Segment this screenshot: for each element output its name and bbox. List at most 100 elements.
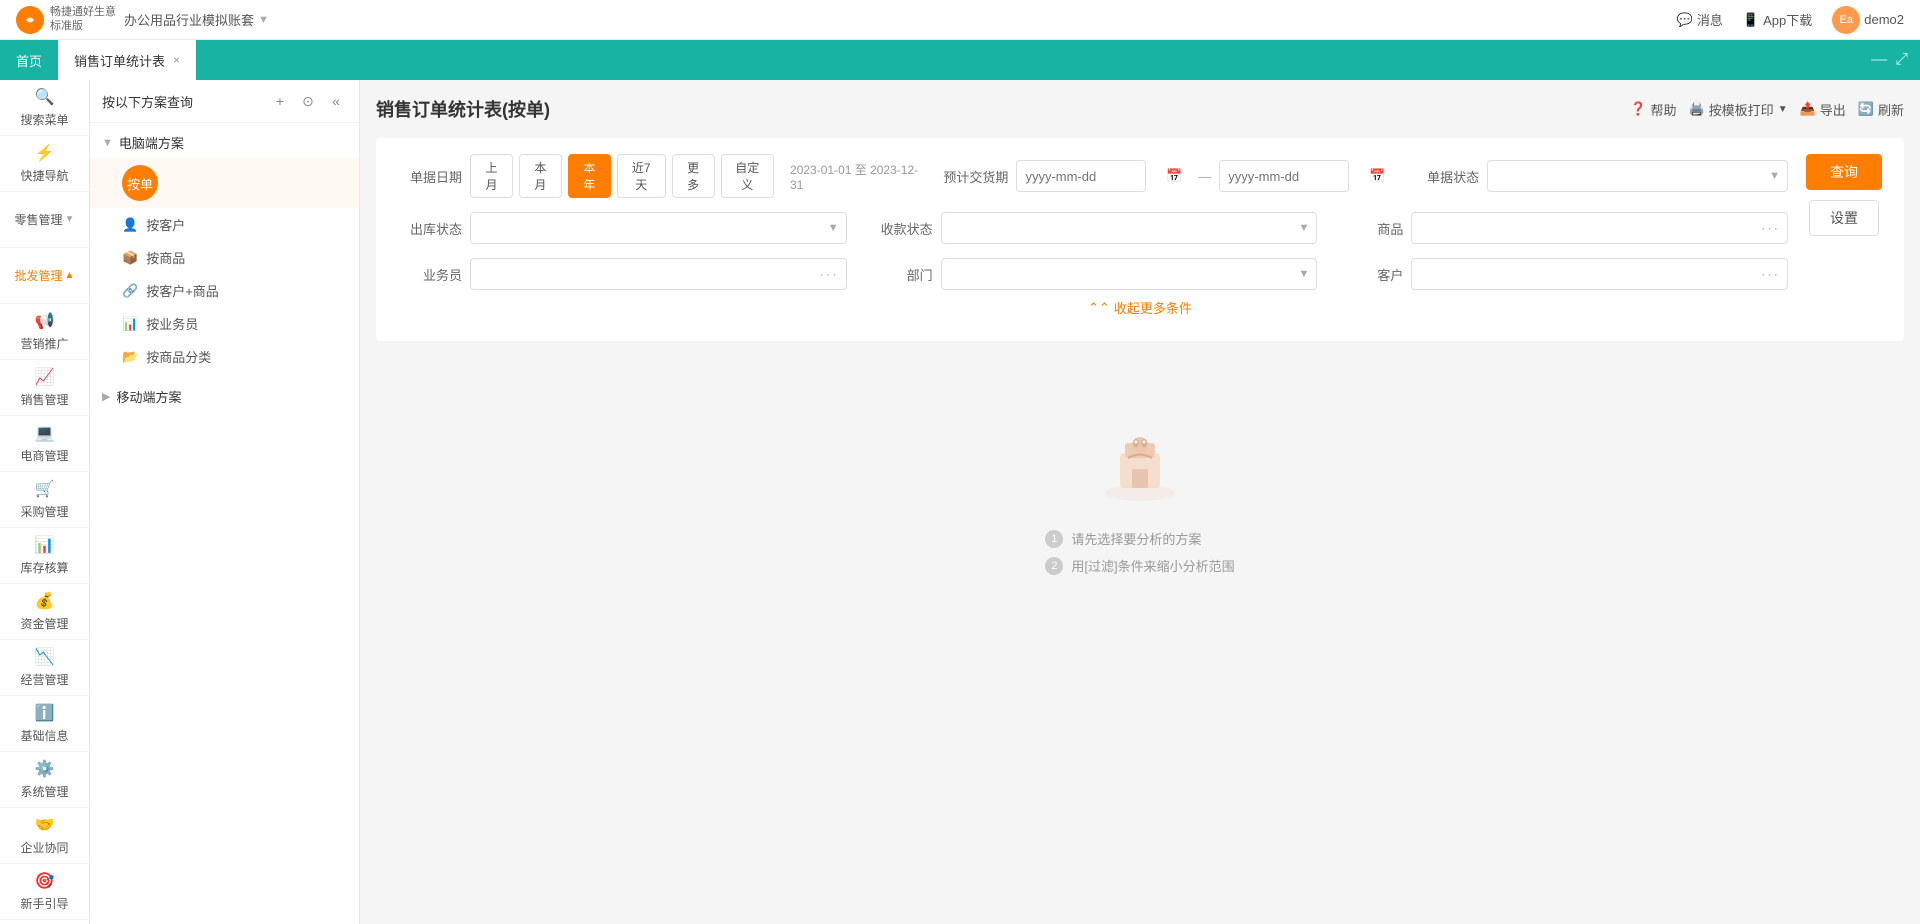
retail-label: 零售管理 bbox=[15, 211, 63, 228]
print-button[interactable]: 🖨️ 按模板打印 ▼ bbox=[1688, 100, 1787, 119]
tab-sales-order[interactable]: 销售订单统计表 × bbox=[58, 40, 196, 80]
sidebar-item-finance[interactable]: 💰 资金管理 bbox=[0, 584, 89, 640]
print-dropdown-icon: ▼ bbox=[1778, 104, 1788, 115]
desktop-group-title[interactable]: ▼ 电脑端方案 bbox=[90, 127, 359, 158]
scheme-by-salesman[interactable]: 📊 按业务员 bbox=[90, 307, 359, 340]
refresh-button[interactable]: 🔄 刷新 bbox=[1858, 100, 1904, 119]
refresh-label: 刷新 bbox=[1878, 100, 1904, 119]
settings-button[interactable]: 设置 bbox=[1809, 200, 1879, 236]
collapse-icon: « bbox=[332, 93, 340, 109]
product-input[interactable] bbox=[1411, 212, 1788, 244]
export-button[interactable]: 📤 导出 bbox=[1800, 100, 1846, 119]
sidebar-item-wholesale[interactable]: 批发管理 ▲ bbox=[0, 248, 89, 304]
department-select[interactable] bbox=[941, 258, 1318, 290]
payment-status-wrapper: ▼ bbox=[941, 212, 1318, 244]
collapse-panel-button[interactable]: « bbox=[325, 90, 347, 112]
sidebar-item-ecommerce[interactable]: 💻 电商管理 bbox=[0, 416, 89, 472]
left-panel-header: 按以下方案查询 + ⊙ « bbox=[90, 80, 359, 123]
message-button[interactable]: 💬 消息 bbox=[1677, 10, 1723, 29]
sidebar-item-purchase[interactable]: 🛒 采购管理 bbox=[0, 472, 89, 528]
salesman-input[interactable] bbox=[470, 258, 847, 290]
calendar-start-icon: 📅 bbox=[1166, 168, 1182, 184]
company-selector[interactable]: 办公用品行业模拟账套 ▼ bbox=[124, 10, 269, 29]
collapse-up-icon: ⌃⌃ bbox=[1088, 300, 1110, 316]
by-customer-label: 按客户 bbox=[146, 215, 185, 234]
settings-scheme-icon: ⊙ bbox=[302, 93, 314, 110]
scheme-by-customer[interactable]: 👤 按客户 bbox=[90, 208, 359, 241]
expected-date-end-wrapper: 📅 bbox=[1219, 160, 1393, 192]
collapse-bar[interactable]: ⌃⌃ 收起更多条件 bbox=[392, 290, 1888, 325]
sidebar-item-basic[interactable]: ℹ️ 基础信息 bbox=[0, 696, 89, 752]
page-title: 销售订单统计表(按单) bbox=[376, 96, 550, 122]
tab-maximize-icon[interactable]: ⤢ bbox=[1895, 51, 1908, 69]
sidebar-item-system[interactable]: ⚙️ 系统管理 bbox=[0, 752, 89, 808]
delivery-status-select[interactable] bbox=[470, 212, 847, 244]
query-button[interactable]: 查询 bbox=[1806, 154, 1882, 190]
date-btn-custom[interactable]: 自定义 bbox=[721, 154, 774, 198]
guide-icon: 🎯 bbox=[35, 871, 55, 891]
payment-status-select[interactable] bbox=[941, 212, 1318, 244]
date-range-text: 2023-01-01 至 2023-12-31 bbox=[790, 161, 922, 192]
company-name: 办公用品行业模拟账套 bbox=[124, 10, 254, 29]
refresh-icon: 🔄 bbox=[1858, 101, 1874, 117]
user-area[interactable]: Ea demo2 bbox=[1832, 6, 1904, 34]
finance-icon: 💰 bbox=[35, 591, 55, 611]
date-btn-this-year[interactable]: 本年 bbox=[568, 154, 611, 198]
sidebar-item-inventory[interactable]: 📊 库存核算 bbox=[0, 528, 89, 584]
by-product-label: 按商品 bbox=[146, 248, 185, 267]
left-panel-actions: + ⊙ « bbox=[269, 90, 347, 112]
mobile-group-title[interactable]: ▶ 移动端方案 bbox=[90, 381, 359, 412]
sidebar-item-quick-nav[interactable]: ⚡ 快捷导航 bbox=[0, 136, 89, 192]
app-download-button[interactable]: 📱 App下载 bbox=[1743, 10, 1812, 29]
tab-close-icon[interactable]: × bbox=[173, 53, 180, 67]
date-btn-7days[interactable]: 近7天 bbox=[617, 154, 666, 198]
by-category-icon: 📂 bbox=[122, 349, 138, 365]
filter-row-1: 单据日期 上月 本月 本年 近7天 更多 自定义 2023-01-01 至 20… bbox=[392, 154, 1788, 198]
tip-text-1: 请先选择要分析的方案 bbox=[1071, 529, 1201, 548]
bill-status-label: 单据状态 bbox=[1409, 167, 1479, 186]
scheme-by-order[interactable]: 按单 bbox=[90, 158, 359, 208]
date-separator: — bbox=[1198, 169, 1211, 184]
sidebar-item-marketing[interactable]: 📢 营销推广 bbox=[0, 304, 89, 360]
expected-date-end-input[interactable] bbox=[1219, 160, 1349, 192]
help-label: 帮助 bbox=[1650, 100, 1676, 119]
date-btn-last-month[interactable]: 上月 bbox=[470, 154, 513, 198]
sidebar-item-sales[interactable]: 📈 销售管理 bbox=[0, 360, 89, 416]
date-btn-this-month[interactable]: 本月 bbox=[519, 154, 562, 198]
scheme-by-customer-product[interactable]: 🔗 按客户+商品 bbox=[90, 274, 359, 307]
top-bar-right: 💬 消息 📱 App下载 Ea demo2 bbox=[1677, 6, 1904, 34]
expected-date-start-input[interactable] bbox=[1016, 160, 1146, 192]
calendar-end-icon: 📅 bbox=[1369, 168, 1385, 184]
sidebar-item-guide[interactable]: 🎯 新手引导 bbox=[0, 864, 89, 920]
retail-arrow-icon: ▼ bbox=[65, 214, 75, 225]
customer-input[interactable] bbox=[1411, 258, 1788, 290]
scheme-by-product[interactable]: 📦 按商品 bbox=[90, 241, 359, 274]
tree-expand-icon: ▼ bbox=[102, 137, 113, 149]
company-arrow-icon: ▼ bbox=[258, 14, 269, 26]
salesman-wrapper: ··· bbox=[470, 258, 847, 290]
scheme-by-category[interactable]: 📂 按商品分类 bbox=[90, 340, 359, 373]
date-btn-more[interactable]: 更多 bbox=[672, 154, 715, 198]
quick-nav-icon: ⚡ bbox=[35, 143, 55, 163]
settings-scheme-button[interactable]: ⊙ bbox=[297, 90, 319, 112]
desktop-group-label: 电脑端方案 bbox=[119, 133, 184, 152]
salesman-label: 业务员 bbox=[392, 265, 462, 284]
top-bar: 畅捷通好生意 标准版 办公用品行业模拟账套 ▼ 💬 消息 📱 App下载 Ea … bbox=[0, 0, 1920, 40]
by-customer-icon: 👤 bbox=[122, 217, 138, 233]
tab-home[interactable]: 首页 bbox=[0, 40, 58, 80]
bill-status-select[interactable] bbox=[1487, 160, 1788, 192]
left-panel-title: 按以下方案查询 bbox=[102, 92, 261, 111]
sidebar-item-collab[interactable]: 🤝 企业协同 bbox=[0, 808, 89, 864]
sidebar-label-search: 搜索菜单 bbox=[20, 111, 68, 128]
sidebar-item-retail[interactable]: 零售管理 ▼ bbox=[0, 192, 89, 248]
help-icon: ❓ bbox=[1630, 101, 1646, 117]
sidebar-item-search[interactable]: 🔍 搜索菜单 bbox=[0, 80, 89, 136]
mobile-tree-expand-icon: ▶ bbox=[102, 390, 110, 403]
sidebar-item-operations[interactable]: 📉 经营管理 bbox=[0, 640, 89, 696]
collapse-label: 收起更多条件 bbox=[1114, 298, 1192, 317]
help-button[interactable]: ❓ 帮助 bbox=[1630, 100, 1676, 119]
tab-minimize-icon[interactable]: — bbox=[1871, 51, 1887, 69]
mobile-scheme-group: ▶ 移动端方案 bbox=[90, 377, 359, 416]
add-scheme-button[interactable]: + bbox=[269, 90, 291, 112]
sidebar-item-apps[interactable]: 📱 应用中心 bbox=[0, 920, 89, 924]
